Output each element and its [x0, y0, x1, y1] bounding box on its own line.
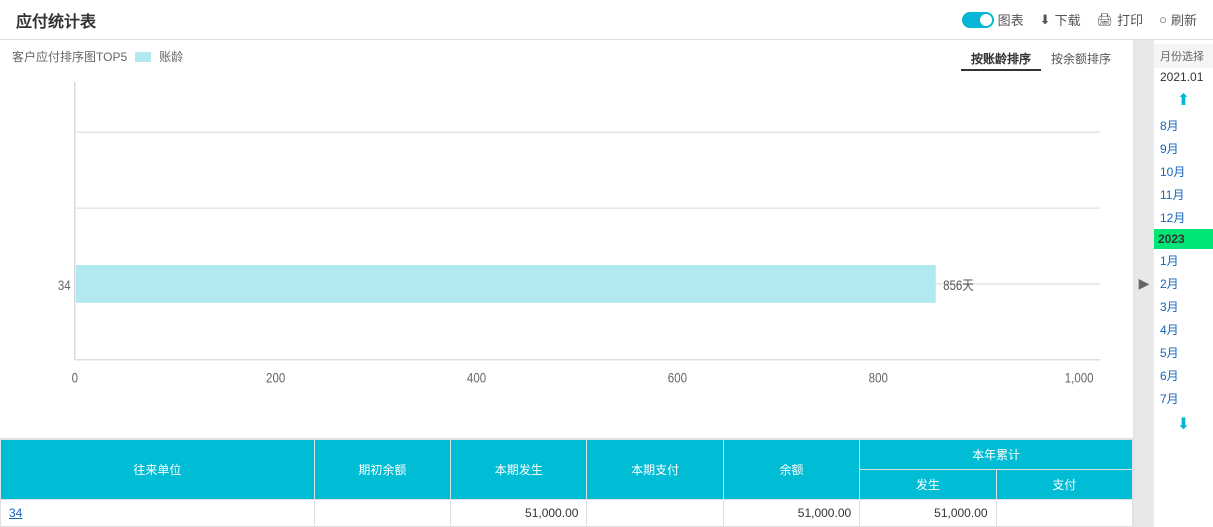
sidebar-up-button[interactable]: ⬆: [1154, 86, 1213, 114]
col-ytd-pay: 支付: [996, 470, 1132, 500]
sort-by-amount-button[interactable]: 按余额排序: [1041, 48, 1121, 71]
sidebar-year-badge[interactable]: 2023: [1154, 229, 1213, 249]
download-icon: ⬇: [1040, 12, 1051, 28]
svg-text:1,000: 1,000: [1065, 369, 1094, 385]
download-label: 下载: [1055, 10, 1081, 29]
sidebar-month-12[interactable]: 12月: [1154, 206, 1213, 229]
chart-label: 图表: [998, 10, 1024, 29]
collapse-icon: ▶: [1139, 275, 1150, 292]
sidebar-title: 月份选择: [1154, 44, 1213, 68]
sort-by-balance-button[interactable]: 按账龄排序: [961, 48, 1041, 71]
col-opening: 期初余额: [314, 440, 450, 500]
sidebar-month-6[interactable]: 6月: [1154, 364, 1213, 387]
up-icon: ⬆: [1177, 90, 1190, 110]
table-wrapper: 往来单位 期初余额 本期发生 本期支付 余额 本年累计 发生 支付: [0, 439, 1133, 527]
legend-dot: [135, 52, 151, 62]
refresh-label: 刷新: [1171, 10, 1197, 29]
bar-chart: 0 200 400 600 800 1,000 34 856天: [12, 69, 1121, 423]
sort-buttons: 按账龄排序 按余额排序: [961, 48, 1121, 71]
sidebar-month-3[interactable]: 3月: [1154, 295, 1213, 318]
svg-text:400: 400: [467, 369, 486, 385]
sidebar-month-4[interactable]: 4月: [1154, 318, 1213, 341]
refresh-button[interactable]: ○ 刷新: [1159, 10, 1197, 29]
sidebar-month-5[interactable]: 5月: [1154, 341, 1213, 364]
legend-label: 客户应付排序图TOP5: [12, 48, 127, 65]
cell-unit: 34: [1, 500, 315, 527]
sidebar: ▶ 月份选择 2021.01 ⬆ 8月 9月 10月 11月 12月 2023 …: [1133, 40, 1213, 527]
col-balance: 余额: [723, 440, 859, 500]
data-table: 往来单位 期初余额 本期发生 本期支付 余额 本年累计 发生 支付: [0, 439, 1133, 527]
chart-container: 0 200 400 600 800 1,000 34 856天: [12, 69, 1121, 423]
sidebar-content: 月份选择 2021.01 ⬆ 8月 9月 10月 11月 12月 2023 1月…: [1154, 40, 1213, 527]
sidebar-year-label[interactable]: 2021.01: [1154, 68, 1213, 86]
header: 应付统计表 图表 ⬇ 下载 🖨 打印 ○ 刷新: [0, 0, 1213, 40]
svg-text:856天: 856天: [943, 277, 974, 293]
svg-text:0: 0: [72, 369, 78, 385]
col-ytd-occur: 发生: [860, 470, 996, 500]
main-area: 客户应付排序图TOP5 账龄 按账龄排序 按余额排序: [0, 40, 1213, 527]
col-current-occur: 本期发生: [451, 440, 587, 500]
print-icon: 🖨: [1097, 12, 1114, 28]
chart-legend: 客户应付排序图TOP5 账龄: [12, 48, 1121, 65]
col-ytd-group: 本年累计: [860, 440, 1133, 470]
col-current-pay: 本期支付: [587, 440, 723, 500]
col-unit: 往来单位: [1, 440, 315, 500]
sidebar-down-button[interactable]: ⬇: [1154, 410, 1213, 438]
down-icon: ⬇: [1177, 414, 1190, 434]
cell-ytd-occur: 51,000.00: [860, 500, 996, 527]
cell-current-pay: [587, 500, 723, 527]
cell-ytd-pay: [996, 500, 1132, 527]
svg-text:34: 34: [58, 277, 71, 293]
chart-section: 客户应付排序图TOP5 账龄 按账龄排序 按余额排序: [0, 40, 1133, 438]
refresh-icon: ○: [1159, 12, 1167, 27]
cell-opening: [314, 500, 450, 527]
page-title: 应付统计表: [16, 8, 96, 32]
content: 客户应付排序图TOP5 账龄 按账龄排序 按余额排序: [0, 40, 1133, 527]
download-button[interactable]: ⬇ 下载: [1040, 10, 1081, 29]
cell-current-occur: 51,000.00: [451, 500, 587, 527]
table-section: 往来单位 期初余额 本期发生 本期支付 余额 本年累计 发生 支付: [0, 438, 1133, 527]
sidebar-month-8[interactable]: 8月: [1154, 114, 1213, 137]
svg-text:600: 600: [668, 369, 687, 385]
svg-text:800: 800: [869, 369, 888, 385]
sidebar-month-7[interactable]: 7月: [1154, 387, 1213, 410]
sidebar-month-1[interactable]: 1月: [1154, 249, 1213, 272]
sidebar-month-10[interactable]: 10月: [1154, 160, 1213, 183]
unit-link[interactable]: 34: [9, 506, 22, 520]
sidebar-collapse-button[interactable]: ▶: [1134, 40, 1154, 527]
header-actions: 图表 ⬇ 下载 🖨 打印 ○ 刷新: [962, 10, 1197, 29]
sidebar-month-2[interactable]: 2月: [1154, 272, 1213, 295]
svg-text:200: 200: [266, 369, 285, 385]
table-row: 34 51,000.00 51,000.00 51,000.00: [1, 500, 1133, 527]
sidebar-month-9[interactable]: 9月: [1154, 137, 1213, 160]
sidebar-month-11[interactable]: 11月: [1154, 183, 1213, 206]
print-button[interactable]: 🖨 打印: [1097, 10, 1144, 29]
toggle-switch[interactable]: [962, 12, 994, 28]
cell-balance: 51,000.00: [723, 500, 859, 527]
chart-toggle[interactable]: 图表: [962, 10, 1024, 29]
app-container: 应付统计表 图表 ⬇ 下载 🖨 打印 ○ 刷新: [0, 0, 1213, 527]
legend-item: 账龄: [159, 48, 183, 65]
print-label: 打印: [1117, 10, 1143, 29]
